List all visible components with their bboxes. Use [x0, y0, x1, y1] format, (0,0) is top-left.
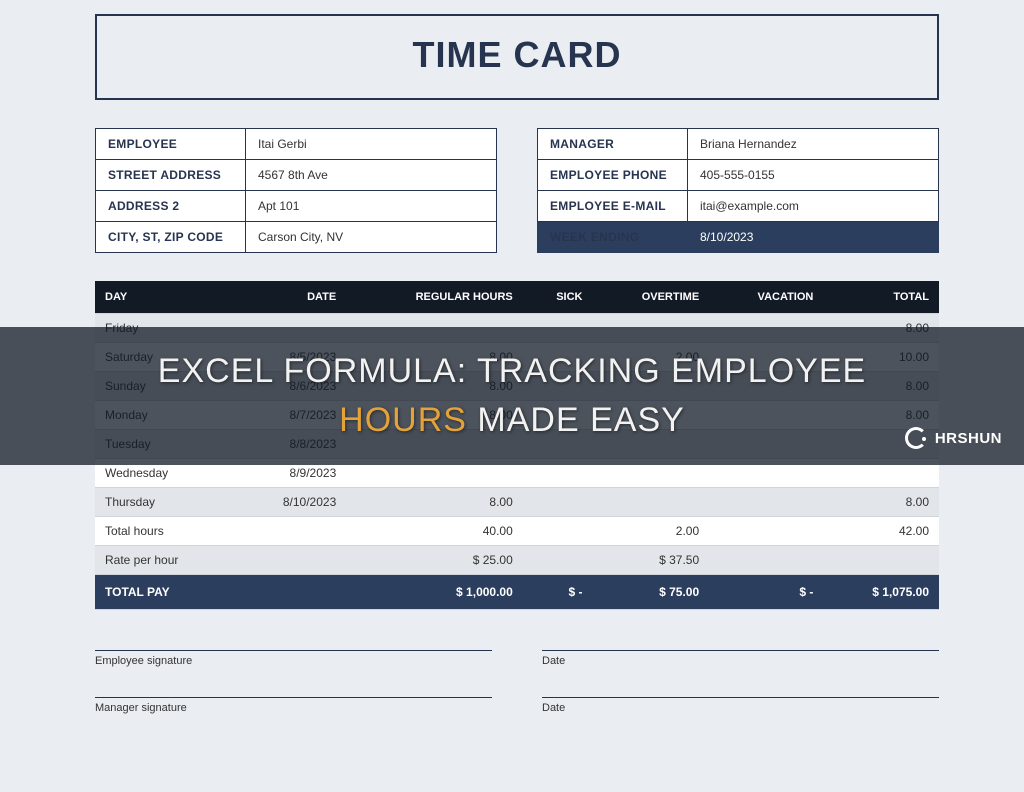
manager-info-table: MANAGERBriana Hernandez EMPLOYEE PHONE40… [537, 128, 939, 253]
cell-vac [709, 488, 823, 517]
brand-icon [905, 427, 927, 449]
page-title: TIME CARD [97, 34, 937, 76]
table-row: Rate per hour $ 25.00 $ 37.50 [95, 546, 939, 575]
label: EMPLOYEE [96, 129, 246, 160]
cell-vac [709, 546, 823, 575]
col-ot: OVERTIME [592, 281, 709, 314]
total: $ 1,075.00 [823, 575, 939, 610]
cell-date [236, 517, 347, 546]
brand-text: HRSHUN [935, 430, 1002, 447]
cell-day: Total hours [95, 517, 236, 546]
row-email: EMPLOYEE E-MAILitai@example.com [538, 191, 939, 222]
col-total: TOTAL [823, 281, 939, 314]
overlay-rest: MADE EASY [467, 401, 685, 439]
employee-info-table: EMPLOYEEItai Gerbi STREET ADDRESS4567 8t… [95, 128, 497, 253]
ot: $ 75.00 [592, 575, 709, 610]
cell-date: 8/10/2023 [236, 488, 347, 517]
cell-ot: 2.00 [592, 517, 709, 546]
value: 405-555-0155 [688, 160, 939, 191]
row-weekending: WEEK ENDING8/10/2023 [538, 222, 939, 253]
overlay-accent: HOURS [339, 401, 467, 439]
value: itai@example.com [688, 191, 939, 222]
signature-row-1: Employee signature Date [95, 650, 939, 667]
label: STREET ADDRESS [96, 160, 246, 191]
cell-day: Thursday [95, 488, 236, 517]
col-sick: SICK [523, 281, 593, 314]
signature-row-2: Manager signature Date [95, 697, 939, 714]
cell-date [236, 546, 347, 575]
label: MANAGER [538, 129, 688, 160]
date-label: Date [542, 650, 939, 667]
value: Itai Gerbi [246, 129, 497, 160]
cell-sick [523, 517, 593, 546]
row-street: STREET ADDRESS4567 8th Ave [96, 160, 497, 191]
row-address2: ADDRESS 2Apt 101 [96, 191, 497, 222]
col-reg: REGULAR HOURS [346, 281, 523, 314]
manager-signature-label: Manager signature [95, 697, 492, 714]
cell-day: Rate per hour [95, 546, 236, 575]
table-row: Total hours 40.00 2.00 42.00 [95, 517, 939, 546]
cell-reg: 8.00 [346, 488, 523, 517]
value: Briana Hernandez [688, 129, 939, 160]
cell-sick [523, 546, 593, 575]
brand-badge: HRSHUN [905, 427, 1002, 449]
overlay-line1: EXCEL FORMULA: TRACKING EMPLOYEE [158, 352, 866, 390]
row-employee: EMPLOYEEItai Gerbi [96, 129, 497, 160]
cell-vac [709, 517, 823, 546]
info-row: EMPLOYEEItai Gerbi STREET ADDRESS4567 8t… [95, 128, 939, 253]
label: EMPLOYEE E-MAIL [538, 191, 688, 222]
reg: $ 1,000.00 [346, 575, 523, 610]
label: WEEK ENDING [538, 222, 688, 253]
label: ADDRESS 2 [96, 191, 246, 222]
value: Apt 101 [246, 191, 497, 222]
date-label: Date [542, 697, 939, 714]
vac: $ - [709, 575, 823, 610]
label: CITY, ST, ZIP CODE [96, 222, 246, 253]
cell-total [823, 546, 939, 575]
overlay-banner: EXCEL FORMULA: TRACKING EMPLOYEE HOURS M… [0, 327, 1024, 465]
col-date: DATE [236, 281, 347, 314]
row-manager: MANAGERBriana Hernandez [538, 129, 939, 160]
value: 8/10/2023 [688, 222, 939, 253]
label: EMPLOYEE PHONE [538, 160, 688, 191]
total-pay-row: TOTAL PAY $ 1,000.00 $ - $ 75.00 $ - $ 1… [95, 575, 939, 610]
table-head: DAY DATE REGULAR HOURS SICK OVERTIME VAC… [95, 281, 939, 314]
overlay-text: EXCEL FORMULA: TRACKING EMPLOYEE HOURS M… [158, 347, 866, 446]
cell-reg: 40.00 [346, 517, 523, 546]
row-phone: EMPLOYEE PHONE405-555-0155 [538, 160, 939, 191]
cell-total: 42.00 [823, 517, 939, 546]
label: TOTAL PAY [95, 575, 236, 610]
title-box: TIME CARD [95, 14, 939, 100]
row-city: CITY, ST, ZIP CODECarson City, NV [96, 222, 497, 253]
employee-signature-label: Employee signature [95, 650, 492, 667]
cell-sick [523, 488, 593, 517]
col-day: DAY [95, 281, 236, 314]
table-row: Thursday8/10/20238.008.00 [95, 488, 939, 517]
cell-reg: $ 25.00 [346, 546, 523, 575]
col-vac: VACATION [709, 281, 823, 314]
cell-total: 8.00 [823, 488, 939, 517]
value: 4567 8th Ave [246, 160, 497, 191]
cell-ot: $ 37.50 [592, 546, 709, 575]
cell-ot [592, 488, 709, 517]
value: Carson City, NV [246, 222, 497, 253]
sick: $ - [523, 575, 593, 610]
